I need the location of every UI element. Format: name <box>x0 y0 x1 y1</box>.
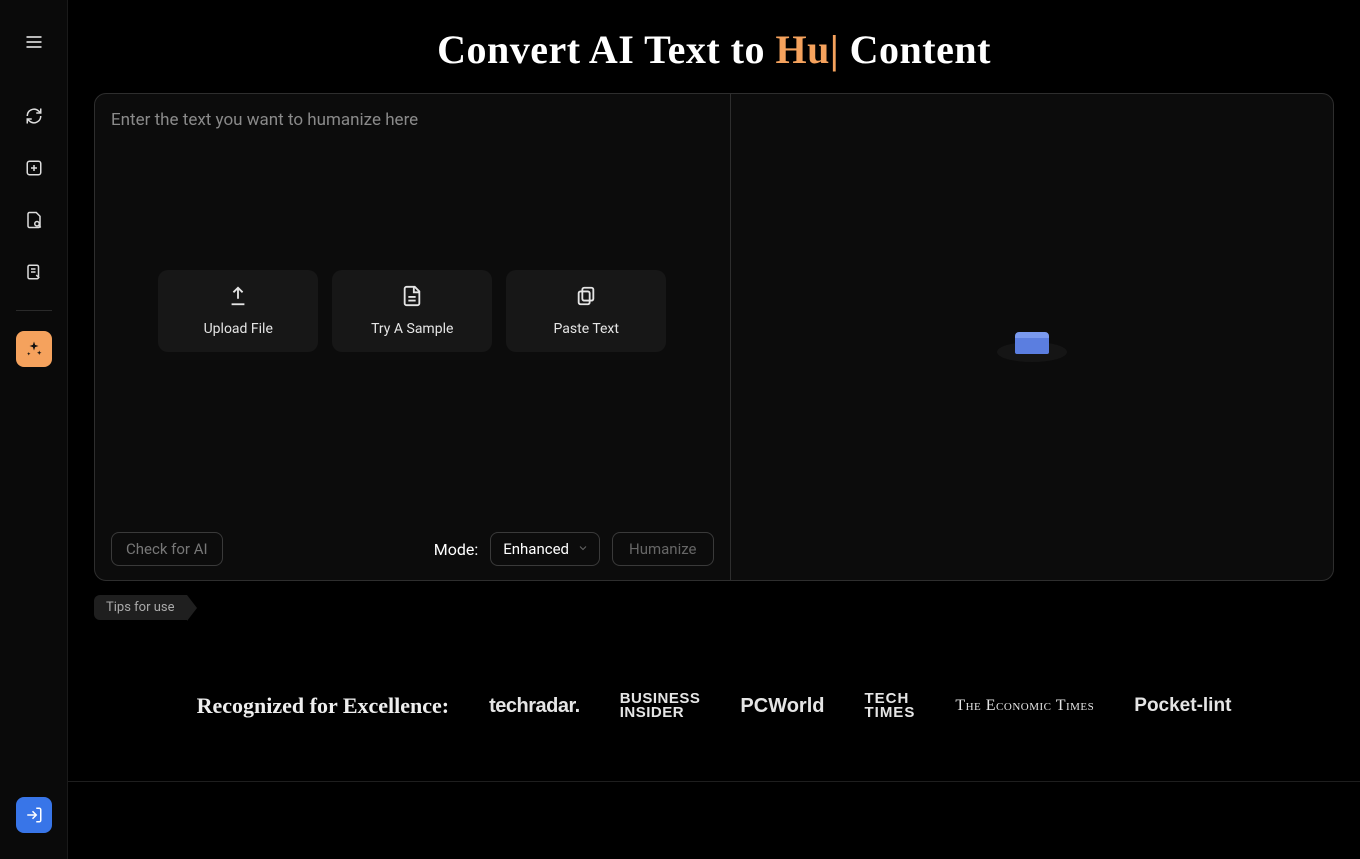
pane-footer: Check for AI Mode: Enhanced Humanize <box>111 532 714 566</box>
paste-icon <box>575 285 597 311</box>
brand-pocket-lint: Pocket-lint <box>1134 695 1231 717</box>
brand-techtimes: TECH TIMES <box>864 692 915 721</box>
upload-label: Upload File <box>204 321 273 337</box>
document-icon <box>401 285 423 311</box>
brand-pcworld: PCWorld <box>740 695 824 718</box>
output-pane <box>731 94 1334 580</box>
mode-value: Enhanced <box>503 540 569 558</box>
title-prefix: Convert AI Text to <box>437 27 775 72</box>
paste-text-button[interactable]: Paste Text <box>506 270 666 352</box>
chevron-down-icon <box>577 540 589 558</box>
sidebar <box>0 0 68 859</box>
humanize-button[interactable]: Humanize <box>612 532 714 566</box>
input-pane: Upload File Try A Sample Paste Text Chec… <box>95 94 731 580</box>
paste-label: Paste Text <box>554 321 619 337</box>
brand-economic-times: The Economic Times <box>955 697 1094 715</box>
empty-state-icon <box>997 312 1067 362</box>
tips-chip[interactable]: Tips for use <box>94 595 187 620</box>
workarea: Upload File Try A Sample Paste Text Chec… <box>94 93 1334 581</box>
rotate-icon[interactable] <box>16 98 52 134</box>
sample-label: Try A Sample <box>371 321 453 337</box>
sparkle-icon[interactable] <box>16 331 52 367</box>
search-doc-icon[interactable] <box>16 202 52 238</box>
page-title: Convert AI Text to Hu| Content <box>68 26 1360 73</box>
main: Convert AI Text to Hu| Content Upload Fi… <box>68 0 1360 859</box>
title-suffix: Content <box>839 27 991 72</box>
mode-label: Mode: <box>434 540 478 559</box>
recognized-label: Recognized for Excellence: <box>197 693 450 719</box>
menu-icon[interactable] <box>16 24 52 60</box>
upload-file-button[interactable]: Upload File <box>158 270 318 352</box>
try-sample-button[interactable]: Try A Sample <box>332 270 492 352</box>
action-cards: Upload File Try A Sample Paste Text <box>111 270 714 352</box>
edit-doc-icon[interactable] <box>16 254 52 290</box>
humanize-input[interactable] <box>111 110 714 150</box>
title-animated: Hu <box>775 27 829 72</box>
brand-business-insider: BUSINESS INSIDER <box>620 692 701 721</box>
brand-techradar: techradar. <box>489 695 580 718</box>
login-icon[interactable] <box>16 797 52 833</box>
mode-select[interactable]: Enhanced <box>490 532 600 566</box>
recognized-row: Recognized for Excellence: techradar. BU… <box>68 692 1360 721</box>
upload-icon <box>227 285 249 311</box>
sidebar-divider <box>16 310 52 311</box>
divider <box>68 781 1360 782</box>
check-ai-button[interactable]: Check for AI <box>111 532 223 566</box>
title-cursor: | <box>830 27 839 72</box>
plus-icon[interactable] <box>16 150 52 186</box>
